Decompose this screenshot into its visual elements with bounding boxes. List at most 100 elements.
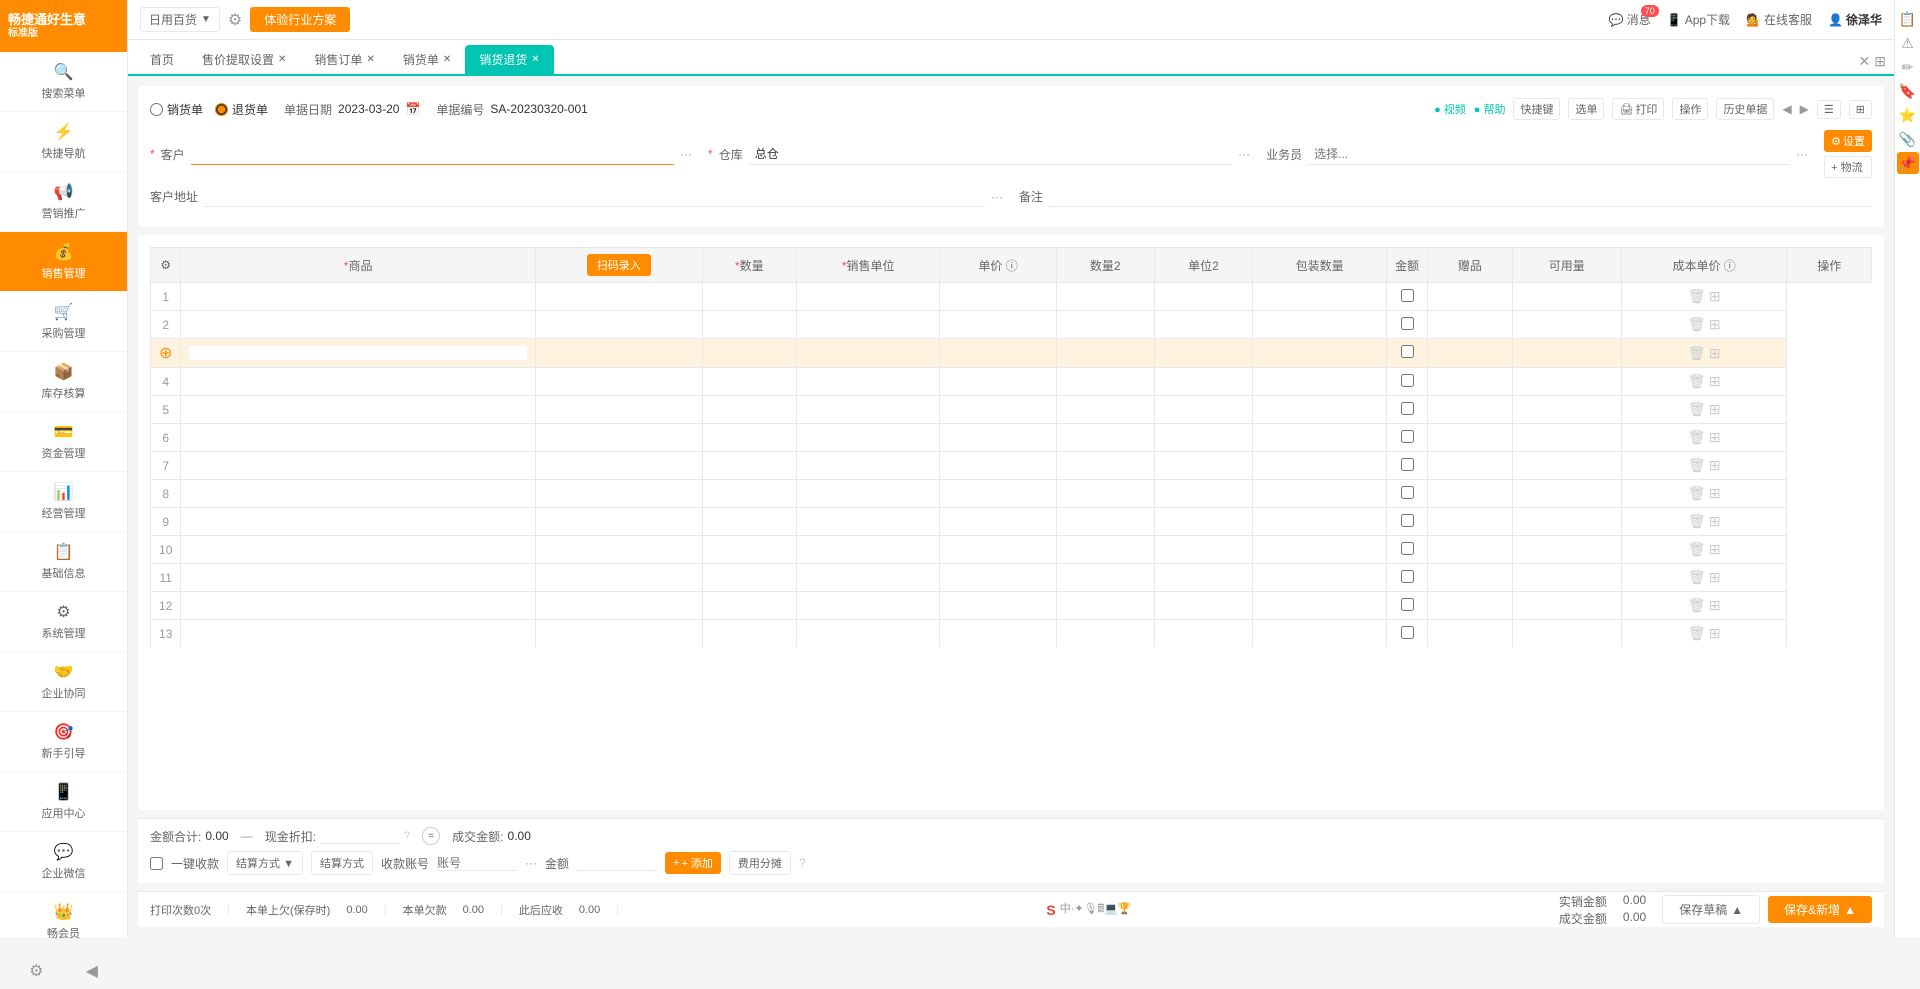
save-new-btn[interactable]: 保存&新增 ▲ <box>1768 896 1872 923</box>
cost-price-cell-1[interactable] <box>1512 283 1621 311</box>
product-cell-12[interactable] <box>181 592 535 620</box>
qty-cell-9[interactable] <box>535 508 702 536</box>
qty2-cell-10[interactable] <box>940 536 1056 564</box>
unit2-cell-10[interactable] <box>1056 536 1154 564</box>
copy-btn-10[interactable]: ⊞ <box>1709 541 1721 558</box>
sidebar-item-sales[interactable]: 💰 销售管理 <box>0 232 127 292</box>
gift-checkbox-11[interactable] <box>1401 570 1414 583</box>
copy-btn-11[interactable]: ⊞ <box>1709 569 1721 586</box>
unit2-cell-12[interactable] <box>1056 592 1154 620</box>
copy-btn-13[interactable]: ⊞ <box>1709 625 1721 642</box>
sidebar-item-guide[interactable]: 🎯 新手引导 <box>0 712 127 772</box>
gift-checkbox-3[interactable] <box>1401 345 1414 358</box>
cost-price-cell-11[interactable] <box>1512 564 1621 592</box>
delete-btn-9[interactable]: 🗑 <box>1688 513 1706 530</box>
qty-cell-5[interactable] <box>535 396 702 424</box>
online-service-btn[interactable]: 💁 在线客服 <box>1746 11 1812 28</box>
cost-price-cell-6[interactable] <box>1512 424 1621 452</box>
pkg-qty-cell-8[interactable] <box>1154 480 1252 508</box>
sidebar-item-app-center[interactable]: 📱 应用中心 <box>0 772 127 832</box>
cash-discount-input[interactable] <box>320 829 400 844</box>
right-panel-btn-1[interactable]: 📋 <box>1897 8 1919 30</box>
cost-price-cell-10[interactable] <box>1512 536 1621 564</box>
unit-price-cell-13[interactable] <box>796 620 940 648</box>
gift-cell-2[interactable] <box>1387 311 1428 339</box>
available-cell-9[interactable] <box>1428 508 1513 536</box>
next-record-icon[interactable]: ▶ <box>1800 102 1809 116</box>
copy-btn-2[interactable]: ⊞ <box>1709 316 1721 333</box>
amount-cell-11[interactable] <box>1253 564 1387 592</box>
sale-unit-cell-8[interactable] <box>702 480 796 508</box>
unit-price-cell-9[interactable] <box>796 508 940 536</box>
qty2-cell-4[interactable] <box>940 368 1056 396</box>
sidebar-item-search[interactable]: 🔍 搜索菜单 <box>0 52 127 112</box>
sidebar-item-finance[interactable]: 💳 资金管理 <box>0 412 127 472</box>
help-icon[interactable]: ? <box>404 830 410 842</box>
sale-unit-cell-11[interactable] <box>702 564 796 592</box>
address-select-btn[interactable]: ··· <box>991 190 1003 204</box>
salesperson-input[interactable] <box>1308 144 1790 165</box>
sale-unit-cell-4[interactable] <box>702 368 796 396</box>
copy-btn-12[interactable]: ⊞ <box>1709 597 1721 614</box>
delete-btn-3[interactable]: 🗑 <box>1688 345 1706 362</box>
settings-btn[interactable]: ⚙ 设置 <box>1824 130 1872 152</box>
qty2-cell-8[interactable] <box>940 480 1056 508</box>
qty-cell-7[interactable] <box>535 452 702 480</box>
available-cell-7[interactable] <box>1428 452 1513 480</box>
unit-price-cell-1[interactable] <box>796 283 940 311</box>
sidebar-item-enterprise[interactable]: 🤝 企业协同 <box>0 652 127 712</box>
tab-sales-return-close[interactable]: ✕ <box>531 54 539 65</box>
customer-select-btn[interactable]: ··· <box>680 147 692 161</box>
available-cell-4[interactable] <box>1428 368 1513 396</box>
scan-btn[interactable]: 扫码录入 <box>587 254 651 276</box>
sale-unit-cell-10[interactable] <box>702 536 796 564</box>
sale-unit-cell-9[interactable] <box>702 508 796 536</box>
pkg-qty-cell-3[interactable] <box>1154 339 1252 368</box>
gift-checkbox-7[interactable] <box>1401 458 1414 471</box>
print-btn[interactable]: 🖨打印 <box>1612 98 1664 120</box>
customer-input[interactable] <box>191 144 674 165</box>
right-panel-btn-4[interactable]: 🔖 <box>1897 80 1919 102</box>
available-cell-10[interactable] <box>1428 536 1513 564</box>
unit2-cell-4[interactable] <box>1056 368 1154 396</box>
unit2-cell-5[interactable] <box>1056 396 1154 424</box>
product-cell-5[interactable] <box>181 396 535 424</box>
user-profile[interactable]: 👤 徐泽华 <box>1828 11 1882 28</box>
sale-unit-cell-2[interactable] <box>702 311 796 339</box>
sale-unit-cell-5[interactable] <box>702 396 796 424</box>
cost-price-cell-12[interactable] <box>1512 592 1621 620</box>
available-cell-5[interactable] <box>1428 396 1513 424</box>
pkg-qty-cell-2[interactable] <box>1154 311 1252 339</box>
amount-cell-9[interactable] <box>1253 508 1387 536</box>
tab-price-settings[interactable]: 售价提取设置 ✕ <box>188 45 300 74</box>
delete-btn-6[interactable]: 🗑 <box>1688 429 1706 446</box>
copy-btn-7[interactable]: ⊞ <box>1709 457 1721 474</box>
qty2-cell-13[interactable] <box>940 620 1056 648</box>
one-click-payment-checkbox[interactable] <box>150 857 163 870</box>
pkg-qty-cell-9[interactable] <box>1154 508 1252 536</box>
qty-cell-10[interactable] <box>535 536 702 564</box>
qty-cell-8[interactable] <box>535 480 702 508</box>
sidebar-item-purchase[interactable]: 🛒 采购管理 <box>0 292 127 352</box>
qty-cell-1[interactable] <box>535 283 702 311</box>
gift-cell-3[interactable] <box>1387 339 1428 368</box>
product-cell-6[interactable] <box>181 424 535 452</box>
gift-cell-8[interactable] <box>1387 480 1428 508</box>
right-panel-btn-7[interactable]: 📌 <box>1897 152 1919 174</box>
gift-cell-1[interactable] <box>1387 283 1428 311</box>
calc-method-btn[interactable]: 结算方式 <box>311 851 373 875</box>
pkg-qty-cell-10[interactable] <box>1154 536 1252 564</box>
tab-sales-bill[interactable]: 销货单 ✕ <box>389 45 465 74</box>
gift-cell-6[interactable] <box>1387 424 1428 452</box>
delete-btn-12[interactable]: 🗑 <box>1688 597 1706 614</box>
gift-cell-12[interactable] <box>1387 592 1428 620</box>
unit-price-cell-6[interactable] <box>796 424 940 452</box>
unit2-cell-7[interactable] <box>1056 452 1154 480</box>
message-btn[interactable]: 💬 消息 70 <box>1609 11 1651 28</box>
unit2-cell-3[interactable] <box>1056 339 1154 368</box>
delete-btn-11[interactable]: 🗑 <box>1688 569 1706 586</box>
qty2-cell-3[interactable] <box>940 339 1056 368</box>
remarks-input[interactable] <box>1049 186 1872 207</box>
amount-cell-1[interactable] <box>1253 283 1387 311</box>
copy-btn-3[interactable]: ⊞ <box>1709 345 1721 362</box>
